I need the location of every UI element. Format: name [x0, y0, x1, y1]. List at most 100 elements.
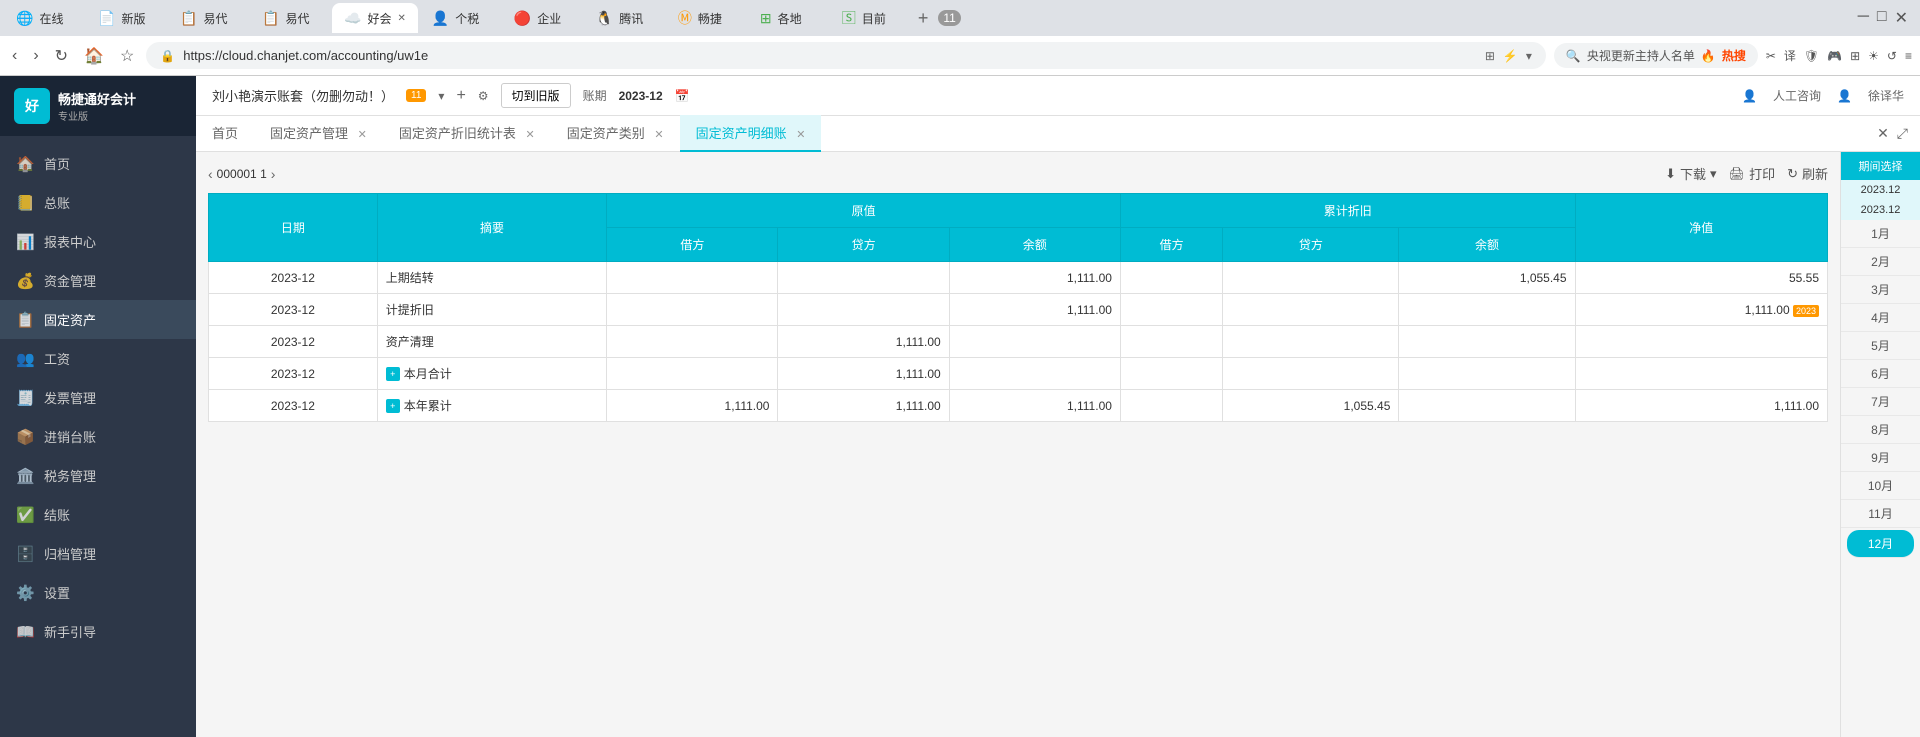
sidebar-item-inventory[interactable]: 📦 进销台账 — [0, 417, 196, 456]
payroll-icon: 👥 — [16, 350, 34, 368]
bookmark-button[interactable]: ☆ — [116, 42, 138, 70]
expand-icon[interactable]: ⤢ — [1897, 125, 1908, 142]
collapse-icon[interactable]: ✕ — [1877, 125, 1889, 142]
cell-accum-balance — [1399, 326, 1575, 358]
browser-tab-s[interactable]: 🅂 目前 — [830, 3, 910, 33]
browser-tab-tencent[interactable]: 🐧 腾讯 — [584, 3, 664, 33]
sidebar-item-reports[interactable]: 📊 报表中心 — [0, 222, 196, 261]
search-bar[interactable]: 🔍 央视更新主持人名单 🔥 热搜 — [1554, 43, 1758, 68]
col-orig-balance: 余额 — [949, 228, 1120, 262]
translate-icon[interactable]: 译 — [1784, 47, 1796, 64]
period-month-8[interactable]: 8月 — [1841, 416, 1920, 444]
tab-close-mgmt[interactable]: ✕ — [358, 129, 367, 141]
shield-icon[interactable]: 🛡 — [1804, 49, 1819, 63]
browser-tab-yidai2[interactable]: 📋 易代 — [250, 3, 330, 33]
period-month-12[interactable]: 12月 — [1847, 530, 1914, 558]
cell-orig-debit — [607, 326, 778, 358]
gamepad-icon[interactable]: 🎮 — [1827, 49, 1842, 63]
url-bar[interactable]: 🔒 https://cloud.chanjet.com/accounting/u… — [146, 42, 1546, 69]
dropdown-icon[interactable]: ▾ — [1526, 49, 1532, 63]
user-label[interactable]: 徐译华 — [1868, 87, 1904, 104]
sidebar-item-closing[interactable]: ✅ 结账 — [0, 495, 196, 534]
sidebar-item-tax[interactable]: 🏛️ 税务管理 — [0, 456, 196, 495]
period-month-3[interactable]: 3月 — [1841, 276, 1920, 304]
tab-depreciation-stats[interactable]: 固定资产折旧统计表 ✕ — [383, 115, 551, 152]
back-button[interactable]: ‹ — [8, 43, 21, 69]
sidebar-item-funds[interactable]: 💰 资金管理 — [0, 261, 196, 300]
support-label[interactable]: 人工咨询 — [1773, 87, 1821, 104]
next-page-button[interactable]: › — [271, 166, 276, 182]
sidebar-item-fixed-assets[interactable]: 📋 固定资产 — [0, 300, 196, 339]
period-month-5[interactable]: 5月 — [1841, 332, 1920, 360]
table-row[interactable]: 2023-12 资产清理 1,111.00 — [209, 326, 1828, 358]
tab-home[interactable]: 首页 — [196, 115, 254, 152]
tab-close-stats[interactable]: ✕ — [526, 129, 535, 141]
calendar-icon[interactable]: 📅 — [675, 89, 690, 103]
cut-icon[interactable]: ✂ — [1766, 49, 1776, 63]
ledger-toolbar: ‹ 000001 1 › ⬇ 下载 ▾ 🖨 — [208, 164, 1828, 183]
period-month-1[interactable]: 1月 — [1841, 220, 1920, 248]
browser-tab-changjie[interactable]: Ⓜ 畅捷 — [666, 3, 746, 33]
period-month-9[interactable]: 9月 — [1841, 444, 1920, 472]
tab-close-category[interactable]: ✕ — [654, 129, 663, 141]
browser-tab-enterprise[interactable]: 🔴 企业 — [502, 3, 582, 33]
home-button[interactable]: 🏠 — [80, 42, 108, 70]
tab-asset-category[interactable]: 固定资产类别 ✕ — [551, 115, 680, 152]
table-row[interactable]: 2023-12 +本月合计 1,111.00 — [209, 358, 1828, 390]
sidebar-item-archive[interactable]: 🗄️ 归档管理 — [0, 534, 196, 573]
period-month-4[interactable]: 4月 — [1841, 304, 1920, 332]
settings-small-icon[interactable]: ⚙ — [478, 89, 489, 103]
menu-icon[interactable]: ≡ — [1905, 49, 1912, 63]
cell-date: 2023-12 — [209, 358, 378, 390]
browser-tab-active[interactable]: ☁️ 好会 ✕ — [332, 3, 418, 33]
top-bar: 刘小艳演示账套（勿删勿动！） 11 ▾ + ⚙ 切到旧版 账期 2023-12 … — [196, 76, 1920, 116]
browser-tab-tax[interactable]: 👤 个税 — [420, 3, 500, 33]
toolbar-right: ⬇ 下载 ▾ 🖨 打印 ↻ 刷新 — [1665, 164, 1828, 183]
add-account-btn[interactable]: + — [456, 87, 465, 105]
maximize-btn[interactable]: □ — [1877, 8, 1887, 28]
browser-tab-online[interactable]: 🌐 在线 — [4, 3, 84, 33]
undo-icon[interactable]: ↺ — [1887, 49, 1897, 63]
switch-version-button[interactable]: 切到旧版 — [501, 83, 571, 108]
period-month-6[interactable]: 6月 — [1841, 360, 1920, 388]
sun-icon[interactable]: ☀ — [1868, 49, 1879, 63]
dropdown-arrow-icon[interactable]: ▾ — [438, 89, 444, 103]
sidebar-item-invoice[interactable]: 🧾 发票管理 — [0, 378, 196, 417]
grid-icon[interactable]: ⊞ — [1850, 49, 1860, 63]
new-tab-button[interactable]: + — [912, 8, 935, 29]
sidebar-item-ledger[interactable]: 📒 总账 — [0, 183, 196, 222]
period-panel: 期间选择 2023.12 2023.12 1月2月3月4月5月6月7月8月9月1… — [1840, 152, 1920, 737]
hot-search-label: 🔥 — [1701, 49, 1716, 63]
period-value: 2023-12 — [619, 89, 663, 103]
browser-tab-gedi[interactable]: ⊞ 各地 — [748, 3, 828, 33]
print-button[interactable]: 🖨 打印 — [1729, 164, 1776, 183]
col-accum-credit: 贷方 — [1223, 228, 1399, 262]
close-btn[interactable]: ✕ — [1895, 8, 1908, 28]
period-month-2[interactable]: 2月 — [1841, 248, 1920, 276]
forward-button[interactable]: › — [29, 43, 42, 69]
period-month-7[interactable]: 7月 — [1841, 388, 1920, 416]
sidebar-label-tax: 税务管理 — [44, 466, 96, 485]
cell-net-value: 55.55 — [1575, 262, 1827, 294]
table-row[interactable]: 2023-12 计提折旧 1,111.00 1,111.00 2023 — [209, 294, 1828, 326]
tab-close-ledger[interactable]: ✕ — [796, 129, 805, 141]
browser-tab-new[interactable]: 📄 新版 — [86, 3, 166, 33]
browser-tab-yidai1[interactable]: 📋 易代 — [168, 3, 248, 33]
tab-close-icon[interactable]: ✕ — [397, 13, 405, 24]
sidebar-item-guide[interactable]: 📖 新手引导 — [0, 612, 196, 651]
refresh-button[interactable]: ↻ 刷新 — [1787, 164, 1828, 183]
sidebar-item-payroll[interactable]: 👥 工资 — [0, 339, 196, 378]
period-month-10[interactable]: 10月 — [1841, 472, 1920, 500]
tab-fixed-asset-mgmt[interactable]: 固定资产管理 ✕ — [254, 115, 383, 152]
period-month-11[interactable]: 11月 — [1841, 500, 1920, 528]
sidebar-item-home[interactable]: 🏠 首页 — [0, 144, 196, 183]
reload-button[interactable]: ↻ — [51, 42, 72, 70]
table-row[interactable]: 2023-12 +本年累计 1,111.00 1,111.00 1,111.00… — [209, 390, 1828, 422]
table-row[interactable]: 2023-12 上期结转 1,111.00 1,055.45 55.55 — [209, 262, 1828, 294]
sidebar-item-settings[interactable]: ⚙️ 设置 — [0, 573, 196, 612]
download-button[interactable]: ⬇ 下载 ▾ — [1665, 164, 1716, 183]
cell-accum-balance: 1,055.45 — [1399, 262, 1575, 294]
minimize-btn[interactable]: ─ — [1858, 8, 1869, 28]
inventory-icon: 📦 — [16, 428, 34, 446]
tab-asset-ledger[interactable]: 固定资产明细账 ✕ — [680, 115, 822, 152]
